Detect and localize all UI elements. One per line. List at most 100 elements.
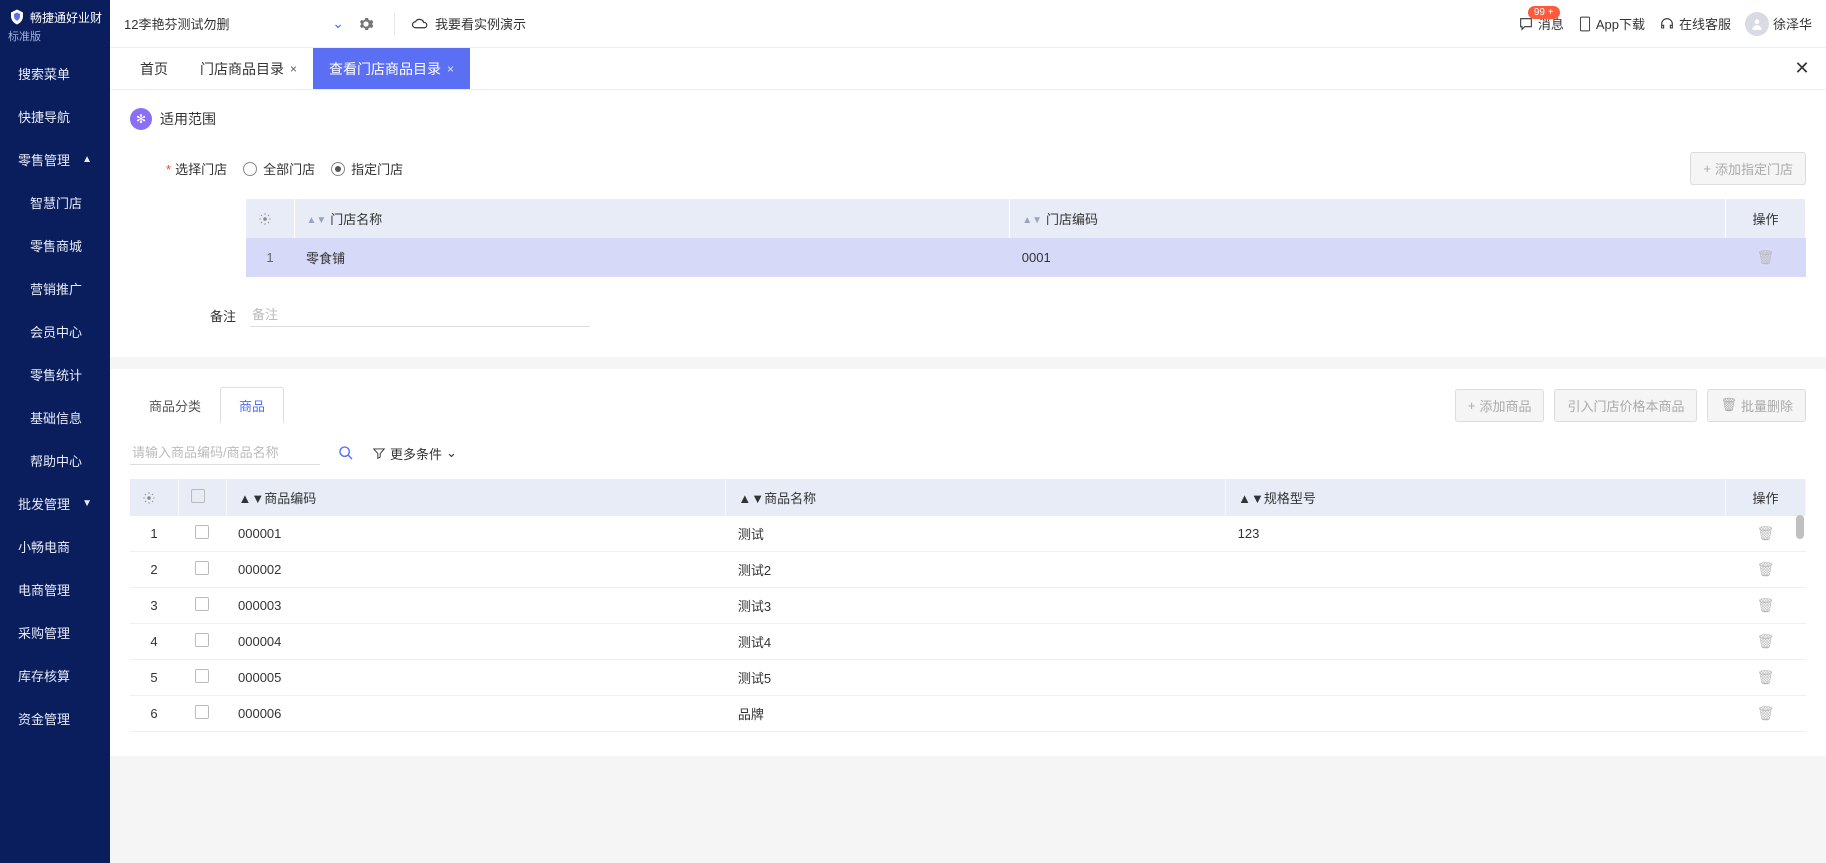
row-checkbox[interactable]: [178, 552, 226, 588]
delete-icon[interactable]: 🗑: [1757, 669, 1775, 685]
table-row[interactable]: 2000002测试2🗑: [130, 552, 1806, 588]
trash-icon: 🗑: [1720, 397, 1737, 413]
sidebar-item[interactable]: 资金管理: [0, 697, 110, 740]
delete-icon[interactable]: 🗑: [1757, 705, 1775, 721]
select-all-checkbox[interactable]: [178, 479, 226, 516]
table-row[interactable]: 4000004测试4🗑: [130, 624, 1806, 660]
sidebar-item-label: 零售商城: [30, 236, 82, 255]
filter-icon: [372, 446, 386, 460]
table-row[interactable]: 3000003测试3🗑: [130, 588, 1806, 624]
cell-op: 🗑: [1726, 516, 1806, 552]
sidebar-item-label: 资金管理: [18, 709, 70, 728]
content-scroll[interactable]: ✻ 适用范围 *选择门店 全部门店 指定门店 +: [110, 90, 1826, 863]
radio-icon: [331, 162, 345, 176]
sidebar-item[interactable]: 营销推广: [0, 267, 110, 310]
plus-icon: +: [1468, 398, 1476, 413]
sidebar-item-label: 小畅电商: [18, 537, 70, 556]
remark-input[interactable]: [250, 303, 590, 327]
sidebar-item[interactable]: 小畅电商: [0, 525, 110, 568]
delete-icon[interactable]: 🗑: [1757, 633, 1775, 649]
products-panel: 商品分类 商品 +添加商品 引入门店价格本商品 🗑批量删除: [110, 369, 1826, 756]
cell-op: 🗑: [1726, 238, 1806, 277]
col-product-code[interactable]: ▲▼商品编码: [226, 479, 726, 516]
delete-icon[interactable]: 🗑: [1757, 525, 1775, 541]
row-checkbox[interactable]: [178, 624, 226, 660]
sidebar-item-label: 库存核算: [18, 666, 70, 685]
tab-product[interactable]: 商品: [220, 387, 284, 423]
user-menu[interactable]: 徐泽华: [1745, 12, 1812, 36]
close-all-tabs[interactable]: ✕: [1784, 48, 1820, 89]
download-button[interactable]: App下载: [1578, 14, 1645, 33]
radio-all-stores[interactable]: 全部门店: [243, 159, 315, 178]
remark-label: 备注: [210, 306, 236, 325]
col-store-name[interactable]: ▲▼门店名称: [294, 199, 1010, 238]
settings-button[interactable]: [354, 12, 378, 36]
more-filters[interactable]: 更多条件 ⌄: [372, 444, 457, 463]
row-index: 1: [130, 516, 178, 552]
sidebar-item[interactable]: 搜索菜单: [0, 52, 110, 95]
scope-panel: ✻ 适用范围 *选择门店 全部门店 指定门店 +: [110, 90, 1826, 357]
delete-icon[interactable]: 🗑: [1757, 249, 1775, 265]
sidebar-item[interactable]: 会员中心: [0, 310, 110, 353]
org-selector[interactable]: 12李艳芬测试勿删 ⌄: [124, 14, 344, 33]
support-button[interactable]: 在线客服: [1659, 14, 1731, 33]
page-tab[interactable]: 首页: [124, 48, 184, 89]
tab-category[interactable]: 商品分类: [130, 387, 220, 423]
page-tab[interactable]: 查看门店商品目录×: [313, 48, 470, 89]
org-name: 12李艳芬测试勿删: [124, 14, 229, 33]
sidebar-item[interactable]: 库存核算: [0, 654, 110, 697]
table-row[interactable]: 5000005测试5🗑: [130, 660, 1806, 696]
cell-op: 🗑: [1726, 624, 1806, 660]
sidebar-item[interactable]: 采购管理: [0, 611, 110, 654]
sidebar-item[interactable]: 基础信息: [0, 396, 110, 439]
row-checkbox[interactable]: [178, 516, 226, 552]
sidebar-item[interactable]: 零售商城: [0, 224, 110, 267]
table-settings-header[interactable]: [246, 199, 294, 238]
add-product-button: +添加商品: [1455, 389, 1545, 422]
col-product-name[interactable]: ▲▼商品名称: [726, 479, 1226, 516]
delete-icon[interactable]: 🗑: [1757, 561, 1775, 577]
row-checkbox[interactable]: [178, 696, 226, 732]
cell-op: 🗑: [1726, 660, 1806, 696]
table-row[interactable]: 6000006品牌🗑: [130, 696, 1806, 732]
sidebar-item-label: 帮助中心: [30, 451, 82, 470]
sidebar-item[interactable]: 电商管理: [0, 568, 110, 611]
close-icon[interactable]: ×: [447, 62, 454, 76]
sidebar-item[interactable]: 零售管理▲: [0, 138, 110, 181]
sidebar-item-label: 电商管理: [18, 580, 70, 599]
search-icon[interactable]: [338, 445, 354, 461]
sidebar-item[interactable]: 帮助中心: [0, 439, 110, 482]
close-icon[interactable]: ×: [290, 62, 297, 76]
cell-spec: 123: [1226, 516, 1726, 552]
download-label: App下载: [1596, 14, 1645, 33]
cloud-icon: [411, 17, 429, 31]
sidebar-item[interactable]: 批发管理▼: [0, 482, 110, 525]
brand-name: 畅捷通好业财: [30, 9, 102, 26]
cell-spec: [1226, 624, 1726, 660]
sidebar-item[interactable]: 零售统计: [0, 353, 110, 396]
delete-icon[interactable]: 🗑: [1757, 597, 1775, 613]
add-store-button: + 添加指定门店: [1690, 152, 1806, 185]
page-tab[interactable]: 门店商品目录×: [184, 48, 313, 89]
col-store-code[interactable]: ▲▼门店编码: [1010, 199, 1726, 238]
product-search-input[interactable]: [130, 441, 320, 465]
cell-spec: [1226, 588, 1726, 624]
sidebar-item-label: 营销推广: [30, 279, 82, 298]
cell-store-name: 零食铺: [294, 238, 1010, 277]
chevron-down-icon: ⌄: [446, 445, 457, 461]
sidebar: 畅捷通好业财 标准版 搜索菜单快捷导航零售管理▲智慧门店零售商城营销推广会员中心…: [0, 0, 110, 863]
radio-specific-stores[interactable]: 指定门店: [331, 159, 403, 178]
row-checkbox[interactable]: [178, 588, 226, 624]
messages-button[interactable]: 99 + 消息: [1518, 14, 1564, 33]
scrollbar-thumb[interactable]: [1796, 515, 1804, 539]
table-row[interactable]: 1零食铺0001🗑: [246, 238, 1806, 277]
demo-link[interactable]: 我要看实例演示: [411, 14, 526, 33]
sidebar-item[interactable]: 快捷导航: [0, 95, 110, 138]
col-product-spec[interactable]: ▲▼规格型号: [1226, 479, 1726, 516]
table-settings-header[interactable]: [130, 479, 178, 516]
page-tabs: 首页门店商品目录×查看门店商品目录× ✕: [110, 48, 1826, 90]
row-checkbox[interactable]: [178, 660, 226, 696]
sidebar-item[interactable]: 智慧门店: [0, 181, 110, 224]
table-row[interactable]: 1000001测试123🗑: [130, 516, 1806, 552]
sidebar-item-label: 批发管理: [18, 494, 70, 513]
